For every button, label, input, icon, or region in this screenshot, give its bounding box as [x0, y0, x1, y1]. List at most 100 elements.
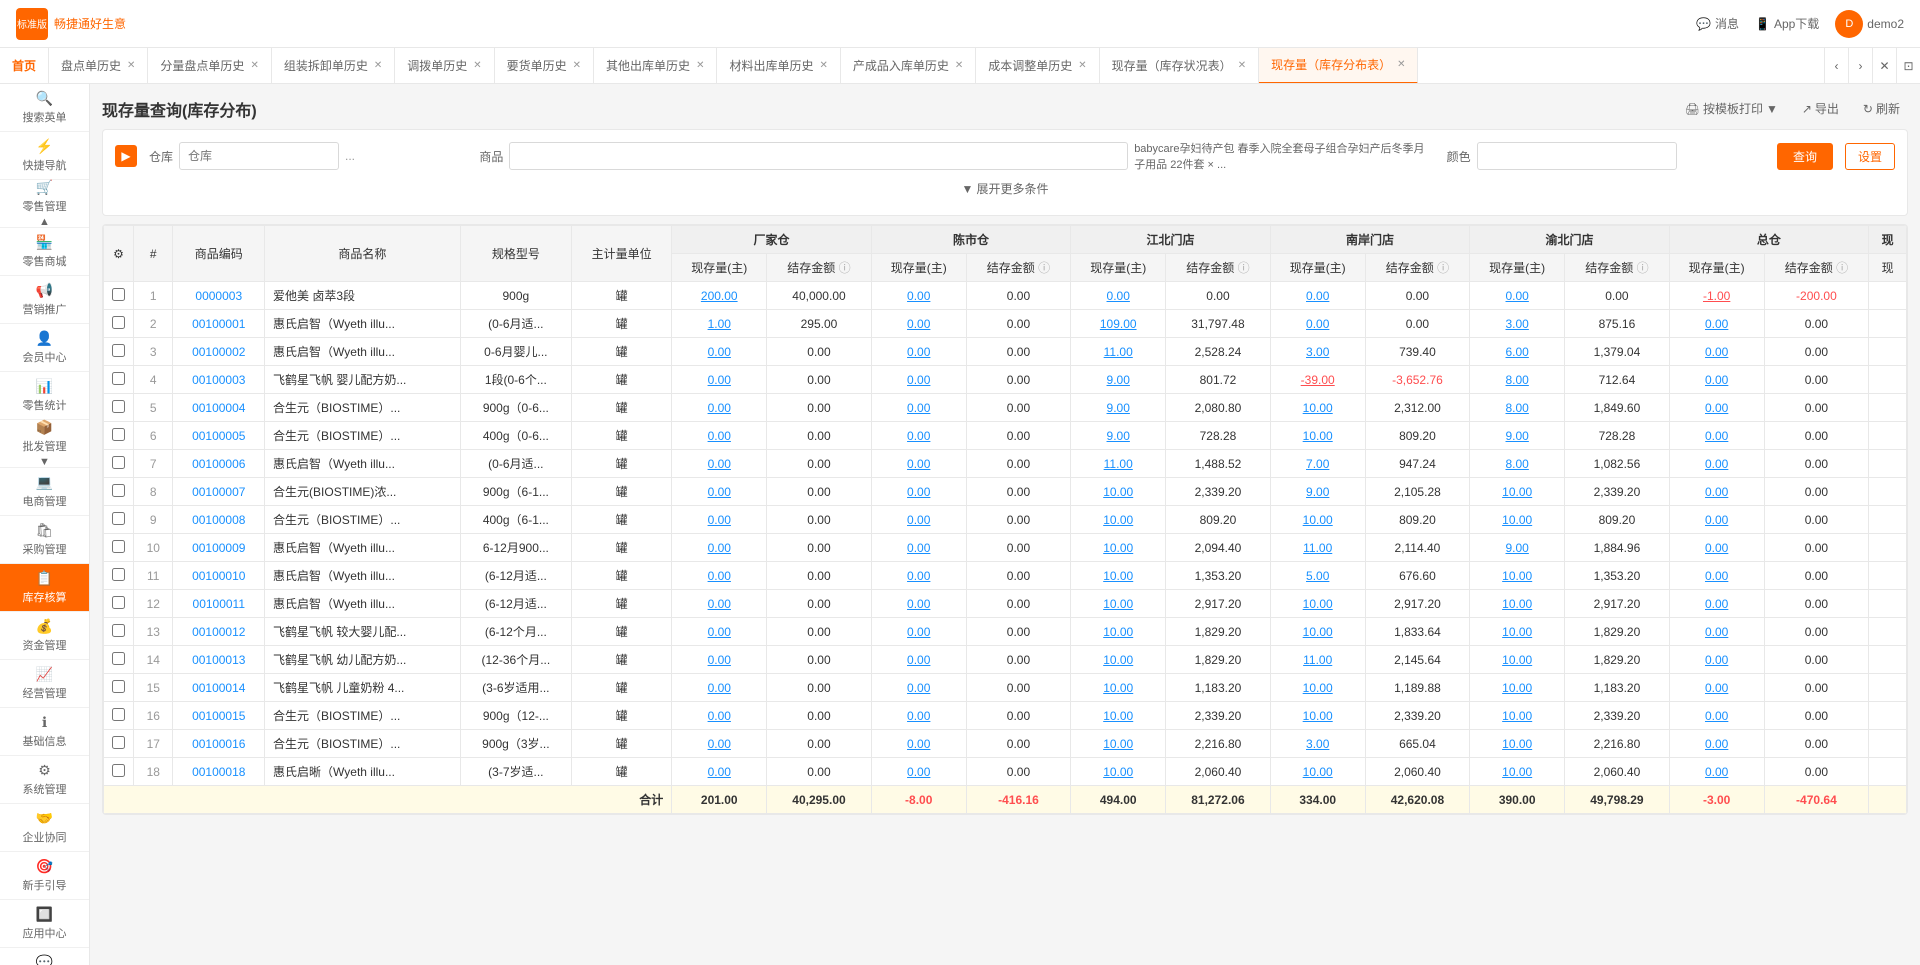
filter-toggle-button[interactable]: ▶	[115, 145, 137, 167]
row-jiangbei-curr[interactable]: 10.00	[1071, 702, 1166, 730]
tab-product-in[interactable]: 产成品入库单历史 ✕	[841, 48, 976, 84]
row-checkbox[interactable]	[104, 618, 134, 646]
row-chenshi-curr[interactable]: 0.00	[871, 590, 966, 618]
tab-transfer[interactable]: 调拨单历史 ✕	[395, 48, 494, 84]
row-checkbox[interactable]	[104, 366, 134, 394]
col-settings[interactable]: ⚙	[104, 226, 134, 282]
row-yubei-curr[interactable]: 10.00	[1470, 618, 1565, 646]
row-chenshi-curr[interactable]: 0.00	[871, 282, 966, 310]
row-factory-curr[interactable]: 0.00	[672, 758, 767, 786]
row-total-curr[interactable]: 0.00	[1669, 590, 1764, 618]
row-select[interactable]	[112, 708, 125, 721]
row-nangan-curr[interactable]: 10.00	[1270, 758, 1365, 786]
row-checkbox[interactable]	[104, 394, 134, 422]
row-nangan-curr[interactable]: 10.00	[1270, 590, 1365, 618]
row-select[interactable]	[112, 316, 125, 329]
col-settings-icon[interactable]: ⚙	[113, 247, 124, 261]
row-chenshi-curr[interactable]: 0.00	[871, 730, 966, 758]
row-checkbox[interactable]	[104, 702, 134, 730]
setting-button[interactable]: 设置	[1845, 143, 1895, 170]
row-chenshi-curr[interactable]: 0.00	[871, 674, 966, 702]
row-yubei-curr[interactable]: 9.00	[1470, 534, 1565, 562]
row-nangan-curr[interactable]: 7.00	[1270, 450, 1365, 478]
close-icon[interactable]: ✕	[1238, 60, 1246, 71]
row-yubei-curr[interactable]: 8.00	[1470, 394, 1565, 422]
row-jiangbei-curr[interactable]: 9.00	[1071, 366, 1166, 394]
row-nangan-curr[interactable]: 10.00	[1270, 618, 1365, 646]
row-jiangbei-curr[interactable]: 9.00	[1071, 422, 1166, 450]
row-checkbox[interactable]	[104, 506, 134, 534]
nav-prev-button[interactable]: ‹	[1824, 48, 1848, 84]
row-yubei-curr[interactable]: 0.00	[1470, 282, 1565, 310]
goods-input[interactable]	[509, 142, 1128, 170]
row-total-curr[interactable]: -1.00	[1669, 282, 1764, 310]
row-yubei-curr[interactable]: 10.00	[1470, 590, 1565, 618]
row-checkbox[interactable]	[104, 310, 134, 338]
row-total-curr[interactable]: 0.00	[1669, 730, 1764, 758]
row-jiangbei-curr[interactable]: 10.00	[1071, 478, 1166, 506]
tab-stock-distribution[interactable]: 现存量（库存分布表） ✕	[1259, 48, 1418, 84]
close-icon[interactable]: ✕	[573, 60, 581, 71]
nav-next-button[interactable]: ›	[1848, 48, 1872, 84]
row-checkbox[interactable]	[104, 674, 134, 702]
row-yubei-curr[interactable]: 10.00	[1470, 730, 1565, 758]
sidebar-item-wholesale[interactable]: 📦 批发管理 ▼	[0, 420, 89, 468]
tab-home[interactable]: 首页	[0, 48, 49, 84]
row-select[interactable]	[112, 764, 125, 777]
row-jiangbei-curr[interactable]: 10.00	[1071, 618, 1166, 646]
row-jiangbei-curr[interactable]: 10.00	[1071, 758, 1166, 786]
row-checkbox[interactable]	[104, 422, 134, 450]
row-chenshi-curr[interactable]: 0.00	[871, 618, 966, 646]
row-total-curr[interactable]: 0.00	[1669, 478, 1764, 506]
sidebar-item-purchase[interactable]: 🛍 采购管理	[0, 516, 89, 564]
row-select[interactable]	[112, 288, 125, 301]
warehouse-input[interactable]	[179, 142, 339, 170]
row-nangan-curr[interactable]: 5.00	[1270, 562, 1365, 590]
row-jiangbei-curr[interactable]: 10.00	[1071, 506, 1166, 534]
row-checkbox[interactable]	[104, 646, 134, 674]
close-icon[interactable]: ✕	[1397, 59, 1405, 70]
sidebar-item-system[interactable]: ⚙ 系统管理	[0, 756, 89, 804]
row-select[interactable]	[112, 596, 125, 609]
sidebar-item-retail-mgmt[interactable]: 🛒 零售管理 ▲	[0, 180, 89, 228]
row-nangan-curr[interactable]: 0.00	[1270, 282, 1365, 310]
tab-other-out[interactable]: 其他出库单历史 ✕	[594, 48, 717, 84]
row-nangan-curr[interactable]: 11.00	[1270, 534, 1365, 562]
tab-partial-check[interactable]: 分量盘点单历史 ✕	[148, 48, 271, 84]
row-factory-curr[interactable]: 0.00	[672, 730, 767, 758]
row-factory-curr[interactable]: 0.00	[672, 646, 767, 674]
sidebar-item-mall[interactable]: 🏪 零售商城	[0, 228, 89, 276]
row-yubei-curr[interactable]: 8.00	[1470, 450, 1565, 478]
row-chenshi-curr[interactable]: 0.00	[871, 310, 966, 338]
close-icon[interactable]: ✕	[955, 60, 963, 71]
row-yubei-curr[interactable]: 10.00	[1470, 758, 1565, 786]
row-nangan-curr[interactable]: 10.00	[1270, 394, 1365, 422]
row-select[interactable]	[112, 624, 125, 637]
row-checkbox[interactable]	[104, 534, 134, 562]
row-nangan-curr[interactable]: 3.00	[1270, 338, 1365, 366]
row-factory-curr[interactable]: 0.00	[672, 450, 767, 478]
sidebar-item-search[interactable]: 🔍 搜索英单	[0, 84, 89, 132]
row-checkbox[interactable]	[104, 338, 134, 366]
row-select[interactable]	[112, 400, 125, 413]
row-factory-curr[interactable]: 0.00	[672, 394, 767, 422]
row-total-curr[interactable]: 0.00	[1669, 366, 1764, 394]
row-total-curr[interactable]: 0.00	[1669, 450, 1764, 478]
row-chenshi-curr[interactable]: 0.00	[871, 758, 966, 786]
sidebar-item-wecom[interactable]: 💬 企业微信	[0, 948, 89, 965]
tab-inventory-check[interactable]: 盘点单历史 ✕	[49, 48, 148, 84]
row-total-curr[interactable]: 0.00	[1669, 422, 1764, 450]
close-icon[interactable]: ✕	[250, 60, 258, 71]
row-yubei-curr[interactable]: 10.00	[1470, 478, 1565, 506]
row-factory-curr[interactable]: 1.00	[672, 310, 767, 338]
row-chenshi-curr[interactable]: 0.00	[871, 394, 966, 422]
row-total-curr[interactable]: 0.00	[1669, 338, 1764, 366]
sidebar-item-finance[interactable]: 💰 资金管理	[0, 612, 89, 660]
sidebar-item-operations[interactable]: 📈 经营管理	[0, 660, 89, 708]
row-select[interactable]	[112, 484, 125, 497]
row-checkbox[interactable]	[104, 478, 134, 506]
row-yubei-curr[interactable]: 3.00	[1470, 310, 1565, 338]
row-checkbox[interactable]	[104, 282, 134, 310]
row-nangan-curr[interactable]: 10.00	[1270, 422, 1365, 450]
tab-stock-status[interactable]: 现存量（库存状况表） ✕	[1100, 48, 1259, 84]
